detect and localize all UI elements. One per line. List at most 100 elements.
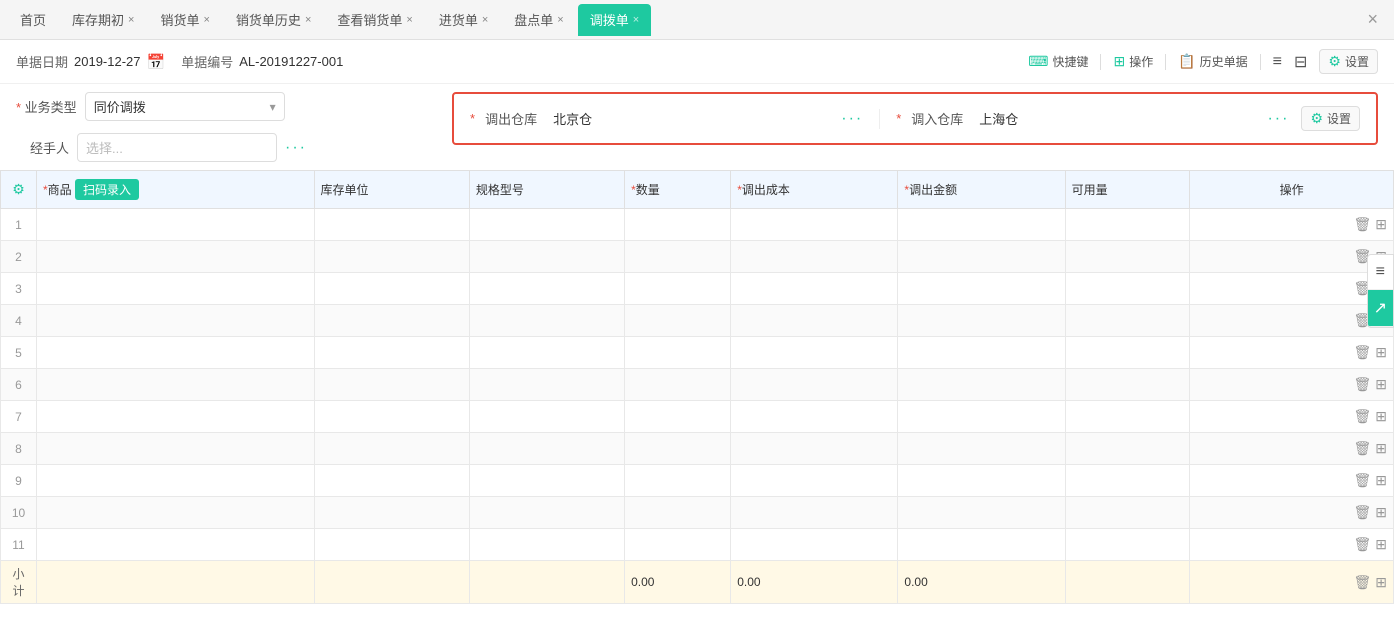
tab-close-stocktake[interactable]: ×: [557, 14, 563, 26]
qty-cell[interactable]: [625, 241, 731, 273]
amount-cell[interactable]: [898, 433, 1065, 465]
spec-cell[interactable]: [469, 241, 624, 273]
spec-cell[interactable]: [469, 209, 624, 241]
unit-cell[interactable]: [314, 337, 469, 369]
product-cell[interactable]: [37, 209, 315, 241]
product-cell[interactable]: [37, 497, 315, 529]
product-cell[interactable]: [37, 337, 315, 369]
delete-row-icon[interactable]: 🗑: [1353, 536, 1371, 553]
delete-row-icon[interactable]: 🗑: [1353, 408, 1371, 425]
window-close-button[interactable]: ×: [1359, 9, 1386, 30]
handler-select[interactable]: 选择...: [77, 133, 277, 162]
unit-cell[interactable]: [314, 401, 469, 433]
calendar-icon[interactable]: 📅: [147, 53, 166, 71]
qty-cell[interactable]: [625, 209, 731, 241]
cost-cell[interactable]: [731, 369, 898, 401]
amount-cell[interactable]: [898, 337, 1065, 369]
tab-purchase-order[interactable]: 进货单 ×: [427, 4, 500, 36]
layout1-button[interactable]: ≡: [1273, 53, 1282, 71]
amount-cell[interactable]: [898, 465, 1065, 497]
delete-row-icon[interactable]: 🗑: [1353, 472, 1371, 489]
spec-cell[interactable]: [469, 401, 624, 433]
available-cell[interactable]: [1065, 369, 1190, 401]
layout2-button[interactable]: ⊟: [1294, 52, 1307, 72]
handler-more-icon[interactable]: ···: [285, 139, 307, 157]
copy-row-icon[interactable]: ⊞: [1375, 536, 1387, 553]
subtotal-copy-icon[interactable]: ⊞: [1375, 574, 1387, 591]
gear-col-header[interactable]: ⚙: [1, 171, 37, 209]
amount-cell[interactable]: [898, 369, 1065, 401]
available-cell[interactable]: [1065, 337, 1190, 369]
cost-cell[interactable]: [731, 209, 898, 241]
tab-close-sales-order[interactable]: ×: [203, 14, 209, 26]
tab-sales-order[interactable]: 销货单 ×: [148, 4, 221, 36]
delete-row-icon[interactable]: 🗑: [1353, 344, 1371, 361]
amount-cell[interactable]: [898, 241, 1065, 273]
product-cell[interactable]: [37, 273, 315, 305]
float-export-button[interactable]: ↗: [1368, 290, 1393, 327]
amount-cell[interactable]: [898, 529, 1065, 561]
unit-cell[interactable]: [314, 209, 469, 241]
copy-row-icon[interactable]: ⊞: [1375, 504, 1387, 521]
delete-row-icon[interactable]: 🗑: [1353, 376, 1371, 393]
tab-close-purchase-order[interactable]: ×: [482, 14, 488, 26]
column-settings-icon[interactable]: ⚙: [12, 181, 25, 197]
history-button[interactable]: 📋 历史单据: [1178, 53, 1247, 70]
qty-cell[interactable]: [625, 337, 731, 369]
available-cell[interactable]: [1065, 241, 1190, 273]
cost-cell[interactable]: [731, 337, 898, 369]
spec-cell[interactable]: [469, 465, 624, 497]
unit-cell[interactable]: [314, 241, 469, 273]
qty-cell[interactable]: [625, 273, 731, 305]
operations-button[interactable]: ⊞ 操作: [1113, 53, 1153, 70]
product-cell[interactable]: [37, 433, 315, 465]
tab-sales-history[interactable]: 销货单历史 ×: [224, 4, 323, 36]
cost-cell[interactable]: [731, 529, 898, 561]
amount-cell[interactable]: [898, 305, 1065, 337]
product-cell[interactable]: [37, 241, 315, 273]
cost-cell[interactable]: [731, 273, 898, 305]
unit-cell[interactable]: [314, 273, 469, 305]
qty-cell[interactable]: [625, 369, 731, 401]
available-cell[interactable]: [1065, 401, 1190, 433]
qty-cell[interactable]: [625, 497, 731, 529]
available-cell[interactable]: [1065, 305, 1190, 337]
product-cell[interactable]: [37, 401, 315, 433]
float-list-button[interactable]: ≡: [1368, 255, 1393, 290]
copy-row-icon[interactable]: ⊞: [1375, 344, 1387, 361]
cost-cell[interactable]: [731, 433, 898, 465]
amount-cell[interactable]: [898, 401, 1065, 433]
amount-cell[interactable]: [898, 273, 1065, 305]
product-cell[interactable]: [37, 305, 315, 337]
tab-home[interactable]: 首页: [8, 4, 58, 36]
unit-cell[interactable]: [314, 369, 469, 401]
delete-row-icon[interactable]: 🗑: [1353, 440, 1371, 457]
warehouse-out-more-icon[interactable]: ···: [841, 110, 863, 128]
subtotal-delete-icon[interactable]: 🗑: [1353, 574, 1371, 591]
available-cell[interactable]: [1065, 529, 1190, 561]
tab-view-sales[interactable]: 查看销货单 ×: [325, 4, 424, 36]
spec-cell[interactable]: [469, 369, 624, 401]
cost-cell[interactable]: [731, 241, 898, 273]
cost-cell[interactable]: [731, 465, 898, 497]
amount-cell[interactable]: [898, 497, 1065, 529]
available-cell[interactable]: [1065, 273, 1190, 305]
available-cell[interactable]: [1065, 433, 1190, 465]
tab-transfer[interactable]: 调拨单 ×: [578, 4, 651, 36]
spec-cell[interactable]: [469, 337, 624, 369]
unit-cell[interactable]: [314, 305, 469, 337]
unit-cell[interactable]: [314, 497, 469, 529]
cost-cell[interactable]: [731, 305, 898, 337]
shortcuts-button[interactable]: ⌨ 快捷键: [1028, 53, 1088, 70]
copy-row-icon[interactable]: ⊞: [1375, 376, 1387, 393]
unit-cell[interactable]: [314, 529, 469, 561]
product-cell[interactable]: [37, 465, 315, 497]
warehouse-settings-button[interactable]: ⚙ 设置: [1301, 106, 1360, 131]
business-type-select[interactable]: 同价调拨 ▾: [85, 92, 285, 121]
qty-cell[interactable]: [625, 401, 731, 433]
unit-cell[interactable]: [314, 433, 469, 465]
tab-close-sales-history[interactable]: ×: [305, 14, 311, 26]
available-cell[interactable]: [1065, 465, 1190, 497]
spec-cell[interactable]: [469, 529, 624, 561]
qty-cell[interactable]: [625, 465, 731, 497]
